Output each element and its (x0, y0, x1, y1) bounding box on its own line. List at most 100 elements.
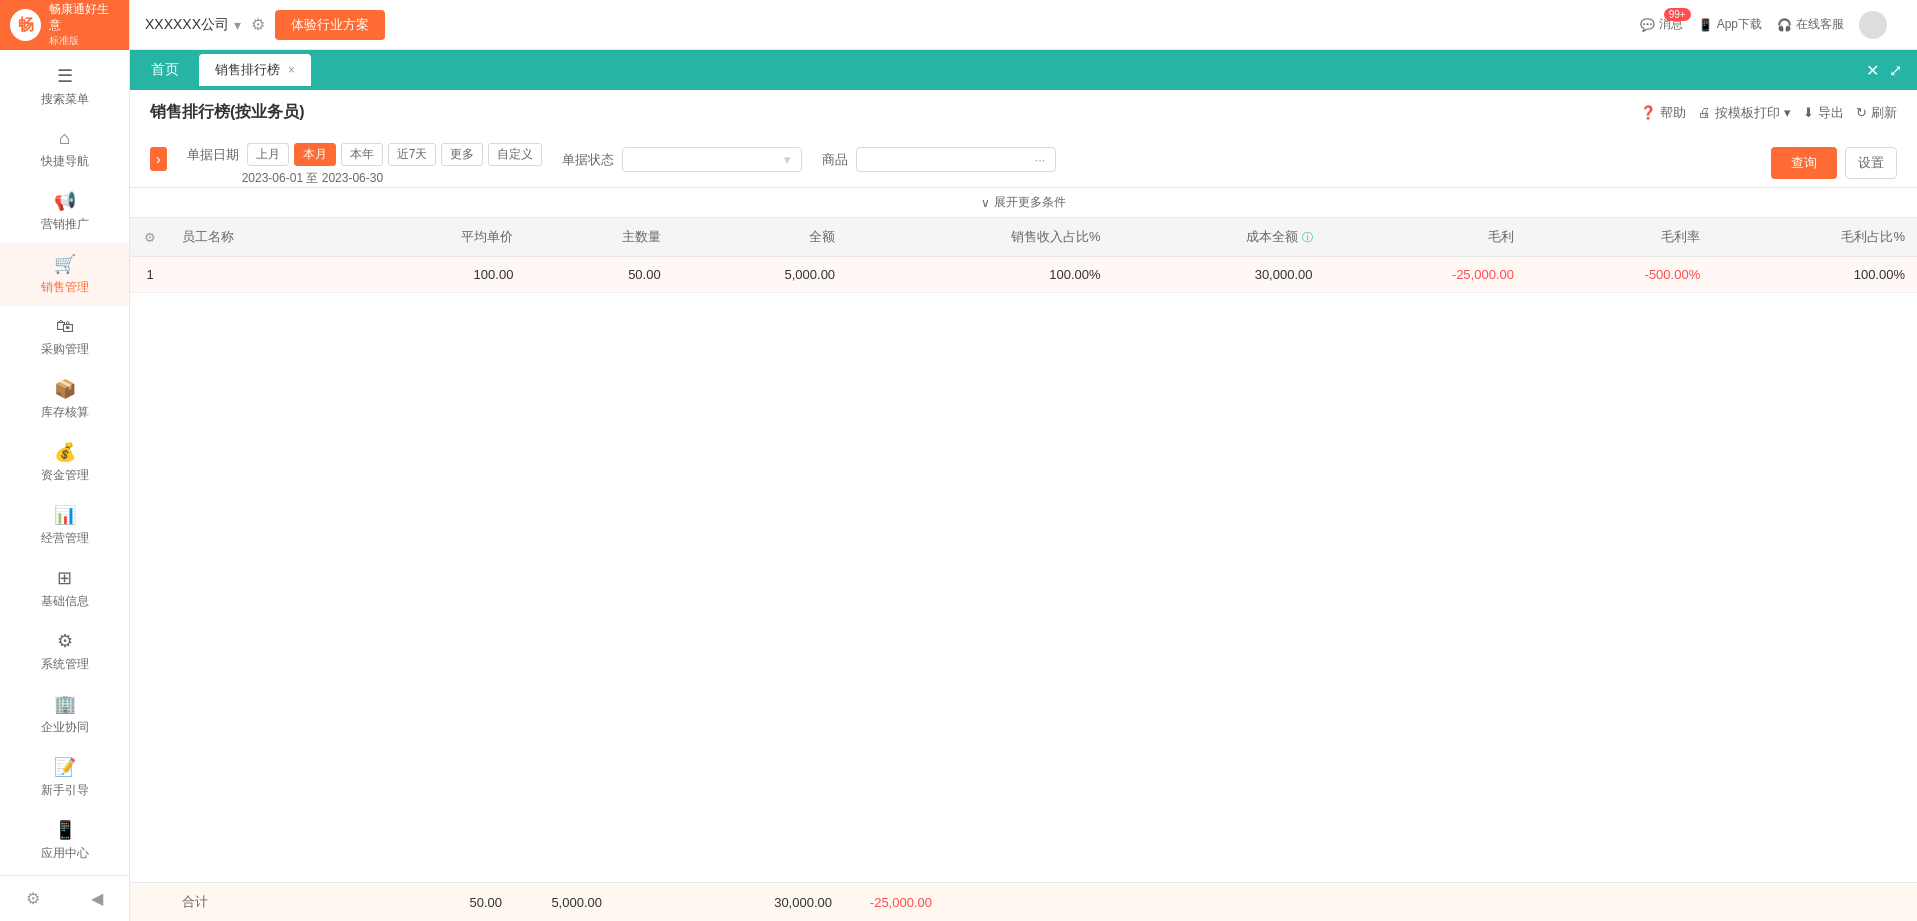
collab-icon: 🏢 (54, 693, 76, 715)
app-download-button[interactable]: 📱 App下载 (1698, 16, 1762, 33)
purchase-icon: 🛍 (56, 316, 74, 337)
total-quantity: 50.00 (469, 895, 502, 910)
date-shortcuts: 上月 本月 本年 近7天 更多 自定义 (247, 143, 543, 166)
sidebar-label-operations: 经营管理 (41, 530, 89, 547)
sidebar-item-appstore[interactable]: 📱 应用中心 (0, 809, 129, 872)
filter-action-buttons: 查询 设置 (1771, 147, 1897, 179)
date-range-display: 2023-06-01 至 2023-06-30 (242, 170, 543, 187)
sidebar-item-base[interactable]: ⊞ 基础信息 (0, 557, 129, 620)
avatar[interactable] (1859, 11, 1887, 39)
last-7days-btn[interactable]: 近7天 (388, 143, 437, 166)
sidebar-item-sales[interactable]: 🛒 销售管理 (0, 243, 129, 306)
sidebar-label-shortcut: 快捷导航 (41, 153, 89, 170)
col-settings-icon[interactable]: ⚙ (130, 218, 170, 257)
print-label: 按模板打印 (1715, 104, 1780, 122)
table-container: ⚙ 员工名称 平均单价 主数量 全额 销售收入占比% 成本全额 ⓘ 毛利 毛利率… (130, 218, 1917, 882)
date-filter-label: 单据日期 (187, 146, 239, 164)
help-button[interactable]: ❓ 帮助 (1640, 104, 1686, 122)
cell-quantity: 50.00 (525, 257, 672, 293)
content-area: 销售排行榜(按业务员) ❓ 帮助 🖨 按模板打印 ▾ ⬇ 导出 (130, 90, 1917, 921)
tab-bar-right: ✕ ⤢ (1866, 61, 1912, 80)
header-gear-icon[interactable]: ⚙ (251, 15, 265, 34)
sidebar-item-finance[interactable]: 💰 资金管理 (0, 431, 129, 494)
cell-gross-pct: 100.00% (1712, 257, 1917, 293)
query-button[interactable]: 查询 (1771, 147, 1837, 179)
custom-date-btn[interactable]: 自定义 (488, 143, 542, 166)
col-quantity: 主数量 (525, 218, 672, 257)
last-month-btn[interactable]: 上月 (247, 143, 289, 166)
sidebar-item-system[interactable]: ⚙ 系统管理 (0, 620, 129, 683)
app-version: 标准版 (49, 34, 119, 48)
tab-sales-ranking[interactable]: 销售排行榜 × (199, 54, 311, 86)
cell-avg-price: 100.00 (348, 257, 526, 293)
more-date-btn[interactable]: 更多 (441, 143, 483, 166)
online-service-label: 在线客服 (1796, 16, 1844, 33)
sidebar-item-shortcut[interactable]: ⌂ 快捷导航 (0, 118, 129, 180)
sidebar-bottom: ⚙ ◀ (0, 875, 129, 921)
goods-filter-label: 商品 (822, 151, 848, 169)
refresh-button[interactable]: ↻ 刷新 (1856, 104, 1897, 122)
cell-gross: -25,000.00 (1325, 257, 1526, 293)
sidebar-label-sales: 销售管理 (41, 279, 89, 296)
tab-bar: 首页 销售排行榜 × ✕ ⤢ (130, 50, 1917, 90)
tab-home[interactable]: 首页 (135, 50, 195, 90)
expand-more-button[interactable]: ∨ 展开更多条件 (981, 194, 1066, 211)
guide-icon: 📝 (54, 756, 76, 778)
sidebar-item-collab[interactable]: 🏢 企业协同 (0, 683, 129, 746)
app-download-label: App下载 (1717, 16, 1762, 33)
cell-employee-name (170, 257, 348, 293)
message-button[interactable]: 💬 消息 99+ (1640, 16, 1683, 33)
try-industry-button[interactable]: 体验行业方案 (275, 10, 385, 40)
tab-home-label: 首页 (151, 61, 179, 79)
status-chevron-icon: ▾ (784, 152, 791, 167)
filter-expand-arrow[interactable]: › (150, 147, 167, 171)
sidebar-item-marketing[interactable]: 📢 营销推广 (0, 180, 129, 243)
sales-ranking-table: ⚙ 员工名称 平均单价 主数量 全额 销售收入占比% 成本全额 ⓘ 毛利 毛利率… (130, 218, 1917, 293)
sidebar-nav: ☰ 搜索菜单 ⌂ 快捷导航 📢 营销推广 🛒 销售管理 🛍 采购管理 📦 库存核… (0, 50, 129, 875)
page-header: 销售排行榜(按业务员) ❓ 帮助 🖨 按模板打印 ▾ ⬇ 导出 (130, 90, 1917, 188)
sidebar-logo: 畅 畅康通好生意 标准版 (0, 0, 129, 50)
cell-amount: 5,000.00 (673, 257, 847, 293)
goods-input[interactable]: ··· (856, 147, 1056, 172)
status-select[interactable]: ▾ (622, 147, 802, 172)
more-options-icon[interactable]: ··· (1035, 152, 1046, 167)
sidebar-label-appstore: 应用中心 (41, 845, 89, 862)
system-icon: ⚙ (57, 630, 73, 652)
online-service-button[interactable]: 🎧 在线客服 (1777, 16, 1844, 33)
export-button[interactable]: ⬇ 导出 (1803, 104, 1844, 122)
sidebar-label-inventory: 库存核算 (41, 404, 89, 421)
this-month-btn[interactable]: 本月 (294, 143, 336, 166)
finance-icon: 💰 (54, 441, 76, 463)
settings-button[interactable]: 设置 (1845, 147, 1897, 179)
page-title-row: 销售排行榜(按业务员) ❓ 帮助 🖨 按模板打印 ▾ ⬇ 导出 (150, 102, 1897, 133)
sidebar-label-purchase: 采购管理 (41, 341, 89, 358)
table-row: 1 100.00 50.00 5,000.00 100.00% 30,000.0… (130, 257, 1917, 293)
sidebar-item-purchase[interactable]: 🛍 采购管理 (0, 306, 129, 368)
filter-section: › 单据日期 上月 本月 本年 近7天 更多 自定义 (150, 133, 1897, 187)
cell-rank: 1 (130, 257, 170, 293)
col-gross-rate: 毛利率 (1526, 218, 1712, 257)
search-menu-icon: ☰ (57, 65, 73, 87)
tab-maximize-icon[interactable]: ⤢ (1889, 61, 1902, 80)
total-cost: 30,000.00 (774, 895, 832, 910)
export-icon: ⬇ (1803, 105, 1814, 120)
company-selector[interactable]: XXXXXX公司 ▾ (145, 16, 241, 34)
sidebar-item-search[interactable]: ☰ 搜索菜单 (0, 55, 129, 118)
sidebar-item-inventory[interactable]: 📦 库存核算 (0, 368, 129, 431)
sidebar-settings-button[interactable]: ⚙ (21, 884, 45, 913)
print-button[interactable]: 🖨 按模板打印 ▾ (1698, 104, 1791, 122)
base-icon: ⊞ (57, 567, 72, 589)
sidebar-item-guide[interactable]: 📝 新手引导 (0, 746, 129, 809)
sidebar-label-guide: 新手引导 (41, 782, 89, 799)
sales-icon: 🛒 (54, 253, 76, 275)
sidebar-collapse-button[interactable]: ◀ (86, 884, 108, 913)
this-year-btn[interactable]: 本年 (341, 143, 383, 166)
tab-close-icon[interactable]: × (288, 63, 295, 77)
cell-revenue-pct: 100.00% (847, 257, 1113, 293)
tab-close-window-icon[interactable]: ✕ (1866, 61, 1879, 80)
sidebar-label-finance: 资金管理 (41, 467, 89, 484)
phone-icon: 📱 (1698, 18, 1713, 32)
col-revenue-pct: 销售收入占比% (847, 218, 1113, 257)
sidebar-item-operations[interactable]: 📊 经营管理 (0, 494, 129, 557)
expand-more-row: ∨ 展开更多条件 (130, 188, 1917, 218)
